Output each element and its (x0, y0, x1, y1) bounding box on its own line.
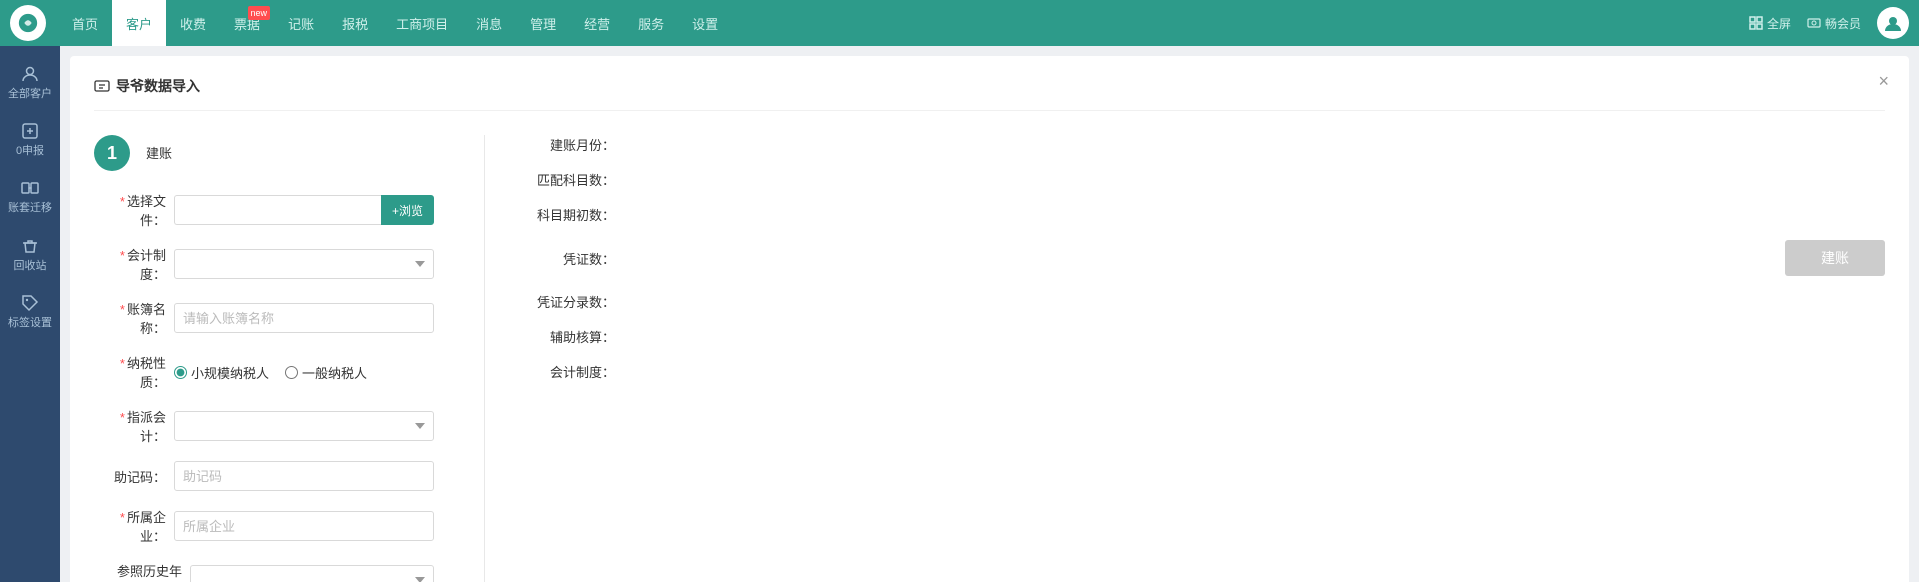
reference-year-row: 参照历史年度： (94, 561, 434, 582)
form-body: 1 建账 *选择文件： +浏览 (94, 135, 1885, 582)
vip-label: 畅会员 (1825, 15, 1861, 32)
nav-menu: 首页 客户 收费 票据 new 记账 报税 工商项目 消息 管理 经营 服务 设… (58, 0, 1749, 46)
nav-item-operation[interactable]: 经营 (570, 0, 624, 46)
nav-item-service[interactable]: 服务 (624, 0, 678, 46)
auxiliary-label: 辅助核算： (535, 327, 615, 346)
step-label: 建账 (146, 135, 172, 162)
company-row: *所属企业： (94, 507, 434, 545)
top-navigation: 首页 客户 收费 票据 new 记账 报税 工商项目 消息 管理 经营 服务 设… (0, 0, 1919, 46)
sidebar-item-all-clients[interactable]: 全部客户 (3, 56, 57, 109)
form-rows: *选择文件： +浏览 *会计制度： (94, 191, 434, 582)
vip-button[interactable]: 畅会员 (1807, 15, 1861, 32)
file-label: *选择文件： (94, 191, 166, 229)
sidebar-item-trash-label: 回收站 (14, 260, 47, 273)
sidebar-item-tags[interactable]: 标签设置 (3, 285, 57, 338)
nav-item-tax[interactable]: 报税 (328, 0, 382, 46)
nav-item-clients[interactable]: 客户 (112, 0, 166, 46)
main-layout: 全部客户 0申报 账套迁移 回收站 (0, 46, 1919, 582)
reference-year-select[interactable] (190, 565, 434, 582)
build-button-row: 凭证数： 建账 (535, 240, 1885, 276)
vertical-divider (484, 135, 485, 582)
sidebar-item-migrate[interactable]: 账套迁移 (3, 170, 57, 223)
sidebar: 全部客户 0申报 账套迁移 回收站 (0, 46, 60, 582)
tax-type-label: *纳税性质： (94, 353, 166, 391)
tax-type-small-radio[interactable]: 小规模纳税人 (174, 363, 269, 382)
assign-accountant-select[interactable] (174, 411, 434, 441)
match-subjects-row: 匹配科目数： (535, 170, 1885, 189)
account-name-row: *账簿名称： (94, 299, 434, 337)
account-name-label: *账簿名称： (94, 299, 166, 337)
info-rows: 建账月份： 匹配科目数： 科目期初数： 凭证数： (535, 135, 1885, 381)
tax-type-row: *纳税性质： 小规模纳税人 一般纳税人 (94, 353, 434, 391)
right-accounting-system-row: 会计制度： (535, 362, 1885, 381)
account-name-input[interactable] (174, 303, 434, 333)
tax-type-radio-group: 小规模纳税人 一般纳税人 (174, 363, 434, 382)
file-select-row: *选择文件： +浏览 (94, 191, 434, 229)
step-section: 1 建账 (94, 135, 434, 171)
match-subjects-label: 匹配科目数： (535, 170, 615, 189)
browse-button[interactable]: +浏览 (381, 195, 434, 225)
assign-accountant-label: *指派会计： (94, 407, 166, 445)
memo-code-label: 助记码： (94, 467, 166, 486)
file-input-wrapper: +浏览 (174, 195, 434, 225)
form-right-panel: 建账月份： 匹配科目数： 科目期初数： 凭证数： (535, 135, 1885, 582)
build-account-button[interactable]: 建账 (1785, 240, 1885, 276)
user-avatar[interactable] (1877, 7, 1909, 39)
assign-accountant-row: *指派会计： (94, 407, 434, 445)
logo[interactable] (10, 5, 46, 41)
nav-item-bookkeeping[interactable]: 记账 (274, 0, 328, 46)
subject-period-row: 科目期初数： (535, 205, 1885, 224)
right-accounting-system-label: 会计制度： (535, 362, 615, 381)
build-month-row: 建账月份： (535, 135, 1885, 154)
auxiliary-row: 辅助核算： (535, 327, 1885, 346)
sidebar-item-migrate-label: 账套迁移 (8, 202, 52, 215)
sidebar-item-trash[interactable]: 回收站 (3, 228, 57, 281)
nav-item-billing[interactable]: 收费 (166, 0, 220, 46)
nav-item-manage[interactable]: 管理 (516, 0, 570, 46)
build-month-label: 建账月份： (535, 135, 615, 154)
sidebar-item-tags-label: 标签设置 (8, 317, 52, 330)
main-content: 导爷数据导入 × 1 建账 *选择文件： (60, 46, 1919, 582)
tax-type-general-radio[interactable]: 一般纳税人 (285, 363, 367, 382)
sidebar-item-all-clients-label: 全部客户 (8, 88, 52, 101)
nav-item-messages[interactable]: 消息 (462, 0, 516, 46)
fullscreen-button[interactable]: 全屏 (1749, 15, 1791, 32)
company-input[interactable] (174, 511, 434, 541)
nav-item-home[interactable]: 首页 (58, 0, 112, 46)
company-label: *所属企业： (94, 507, 166, 545)
close-button[interactable]: × (1878, 72, 1889, 90)
accounting-system-label: *会计制度： (94, 245, 166, 283)
nav-item-business[interactable]: 工商项目 (382, 0, 462, 46)
new-badge: new (248, 6, 271, 20)
file-input[interactable] (174, 195, 381, 225)
accounting-system-select[interactable] (174, 249, 434, 279)
subject-period-label: 科目期初数： (535, 205, 615, 224)
fullscreen-label: 全屏 (1767, 15, 1791, 32)
voucher-entries-row: 凭证分录数： (535, 292, 1885, 311)
step-badge: 1 (94, 135, 130, 171)
memo-code-row: 助记码： (94, 461, 434, 491)
form-left-panel: 1 建账 *选择文件： +浏览 (94, 135, 434, 582)
accounting-system-row: *会计制度： (94, 245, 434, 283)
dialog-card: 导爷数据导入 × 1 建账 *选择文件： (70, 56, 1909, 582)
nav-item-invoices[interactable]: 票据 new (220, 0, 274, 46)
dialog-title: 导爷数据导入 (94, 76, 1885, 111)
reference-year-label: 参照历史年度： (94, 561, 182, 582)
voucher-entries-label: 凭证分录数： (535, 292, 615, 311)
nav-item-settings[interactable]: 设置 (678, 0, 732, 46)
sidebar-item-zero-report[interactable]: 0申报 (3, 113, 57, 166)
voucher-count-label: 凭证数： (535, 249, 615, 268)
memo-code-input[interactable] (174, 461, 434, 491)
nav-right-area: 全屏 畅会员 (1749, 7, 1909, 39)
sidebar-item-zero-report-label: 0申报 (16, 145, 44, 158)
